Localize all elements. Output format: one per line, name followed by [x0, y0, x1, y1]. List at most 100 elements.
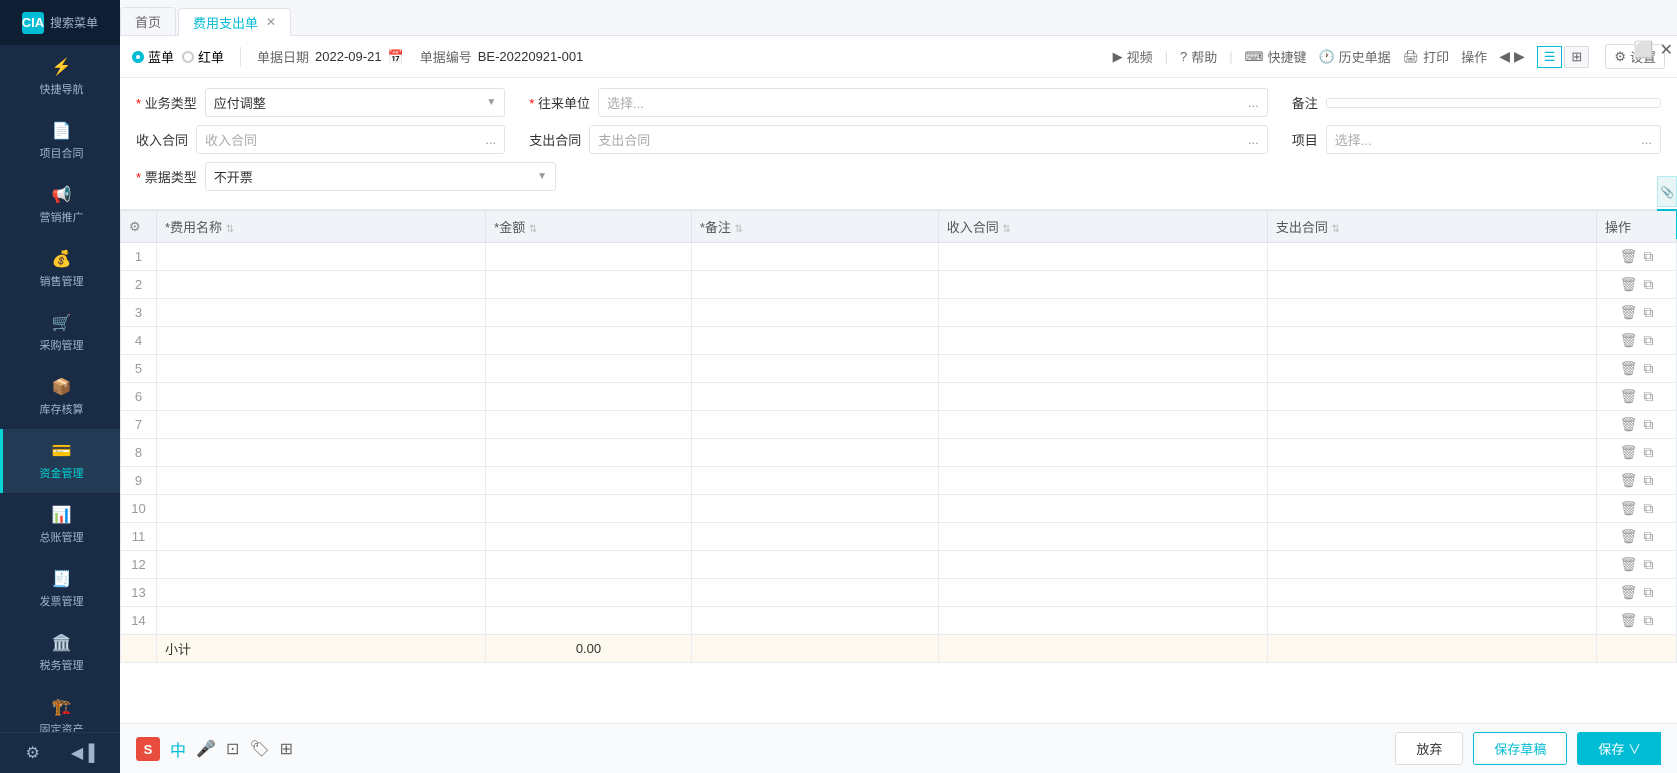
copy-icon-4[interactable]: ⧉ [1643, 332, 1653, 349]
mic-icon[interactable]: 🎤 [196, 739, 216, 759]
th-expense-name[interactable]: *费用名称 ⇅ [157, 211, 486, 243]
delete-icon-8[interactable]: 🗑 [1620, 444, 1638, 461]
cell-amount-13[interactable] [486, 579, 692, 607]
cell-note-13[interactable] [691, 579, 938, 607]
cell-income-1[interactable] [938, 243, 1267, 271]
delete-icon-9[interactable]: 🗑 [1620, 472, 1638, 489]
cell-expense2-8[interactable] [1267, 439, 1596, 467]
cell-note-7[interactable] [691, 411, 938, 439]
copy-icon-5[interactable]: ⧉ [1643, 360, 1653, 377]
grid-icon[interactable]: ⊞ [280, 739, 293, 759]
th-expense-contract[interactable]: 支出合同 ⇅ [1267, 211, 1596, 243]
cell-expense-4[interactable] [157, 327, 486, 355]
tab-home[interactable]: 首页 [120, 7, 176, 35]
copy-icon-6[interactable]: ⧉ [1643, 388, 1653, 405]
operation-button[interactable]: 操作 [1461, 47, 1487, 66]
date-value[interactable]: 2022-09-21 [315, 49, 382, 64]
cell-income-3[interactable] [938, 299, 1267, 327]
cell-expense2-9[interactable] [1267, 467, 1596, 495]
zhong-icon[interactable]: 中 [170, 737, 186, 761]
delete-icon-6[interactable]: 🗑 [1620, 388, 1638, 405]
audio-icon[interactable]: ◀▐ [71, 743, 95, 763]
ellipsis-icon[interactable]: ... [1248, 95, 1259, 110]
cell-expense2-1[interactable] [1267, 243, 1596, 271]
calendar-icon[interactable]: 📅 [388, 49, 404, 65]
cell-amount-7[interactable] [486, 411, 692, 439]
bookmark-icon[interactable]: 🏷 [249, 739, 269, 759]
th-income-contract[interactable]: 收入合同 ⇅ [938, 211, 1267, 243]
cell-income-14[interactable] [938, 607, 1267, 635]
copy-icon-11[interactable]: ⧉ [1643, 528, 1653, 545]
cell-expense-8[interactable] [157, 439, 486, 467]
blue-bill-radio[interactable]: 蓝单 [132, 47, 174, 66]
cell-expense-10[interactable] [157, 495, 486, 523]
help-button[interactable]: ? 帮助 [1180, 47, 1217, 66]
cell-expense-6[interactable] [157, 383, 486, 411]
table-settings-icon[interactable]: ⚙ [129, 219, 141, 234]
cell-income-6[interactable] [938, 383, 1267, 411]
cell-note-8[interactable] [691, 439, 938, 467]
cell-expense-5[interactable] [157, 355, 486, 383]
sidebar-item-yingxiao[interactable]: 📢 营销推广 [0, 173, 120, 237]
cell-amount-9[interactable] [486, 467, 692, 495]
copy-icon-1[interactable]: ⧉ [1643, 248, 1653, 265]
list-view-button[interactable]: ☰ [1537, 46, 1563, 68]
cell-expense2-10[interactable] [1267, 495, 1596, 523]
sidebar-item-kuaijie[interactable]: ⚡ 快捷导航 [0, 45, 120, 109]
s-logo-icon[interactable]: S [136, 737, 160, 761]
delete-icon-7[interactable]: 🗑 [1620, 416, 1638, 433]
cell-amount-3[interactable] [486, 299, 692, 327]
copy-icon-7[interactable]: ⧉ [1643, 416, 1653, 433]
ellipsis-icon4[interactable]: ... [1641, 132, 1652, 147]
cell-income-10[interactable] [938, 495, 1267, 523]
delete-icon-3[interactable]: 🗑 [1620, 304, 1638, 321]
cell-income-8[interactable] [938, 439, 1267, 467]
delete-icon-4[interactable]: 🗑 [1620, 332, 1638, 349]
delete-icon-12[interactable]: 🗑 [1620, 556, 1638, 573]
cell-expense-3[interactable] [157, 299, 486, 327]
discard-button[interactable]: 放弃 [1395, 732, 1463, 765]
cell-expense-1[interactable] [157, 243, 486, 271]
grid-view-button[interactable]: ⊞ [1564, 46, 1589, 68]
cell-amount-2[interactable] [486, 271, 692, 299]
invoice-type-select[interactable]: 不开票 ▼ [205, 162, 556, 191]
counterpart-input[interactable]: 选择... ... [598, 88, 1268, 117]
cell-expense2-2[interactable] [1267, 271, 1596, 299]
business-type-select[interactable]: 应付调整 ▼ [205, 88, 506, 117]
copy-icon-9[interactable]: ⧉ [1643, 472, 1653, 489]
cell-amount-11[interactable] [486, 523, 692, 551]
restore-icon[interactable]: ⬜ [1634, 40, 1654, 60]
tab-close-expense[interactable]: ✕ [266, 15, 276, 29]
prev-record-icon[interactable]: ◀ [1499, 48, 1510, 65]
sidebar-item-xiangmu[interactable]: 📄 项目合同 [0, 109, 120, 173]
save-draft-button[interactable]: 保存草稿 [1473, 732, 1567, 765]
sidebar-item-zhangzhang[interactable]: 📊 总账管理 [0, 493, 120, 557]
copy-icon-2[interactable]: ⧉ [1643, 276, 1653, 293]
tab-expense[interactable]: 费用支出单✕ [178, 8, 291, 36]
copy-icon-13[interactable]: ⧉ [1643, 584, 1653, 601]
cell-note-11[interactable] [691, 523, 938, 551]
sidebar-item-kucun[interactable]: 📦 库存核算 [0, 365, 120, 429]
copy-icon-3[interactable]: ⧉ [1643, 304, 1653, 321]
cell-expense2-14[interactable] [1267, 607, 1596, 635]
red-bill-radio[interactable]: 红单 [182, 47, 224, 66]
delete-icon-14[interactable]: 🗑 [1620, 612, 1638, 629]
cell-amount-10[interactable] [486, 495, 692, 523]
cell-note-5[interactable] [691, 355, 938, 383]
cell-note-4[interactable] [691, 327, 938, 355]
cell-expense2-7[interactable] [1267, 411, 1596, 439]
delete-icon-13[interactable]: 🗑 [1620, 584, 1638, 601]
settings-icon[interactable]: ⚙ [26, 743, 40, 763]
sidebar-search-label[interactable]: 搜索菜单 [50, 14, 98, 31]
sidebar-item-zijin[interactable]: 💳 资金管理 [0, 429, 120, 493]
delete-icon-2[interactable]: 🗑 [1620, 276, 1638, 293]
cell-expense-7[interactable] [157, 411, 486, 439]
cell-income-13[interactable] [938, 579, 1267, 607]
print-button[interactable]: 🖨 打印 [1403, 47, 1450, 66]
cell-note-12[interactable] [691, 551, 938, 579]
cell-income-12[interactable] [938, 551, 1267, 579]
attachment-tab[interactable]: 📎 [1657, 176, 1677, 207]
cell-expense2-4[interactable] [1267, 327, 1596, 355]
video-button[interactable]: ▶ 视频 [1113, 47, 1153, 66]
cell-expense2-12[interactable] [1267, 551, 1596, 579]
